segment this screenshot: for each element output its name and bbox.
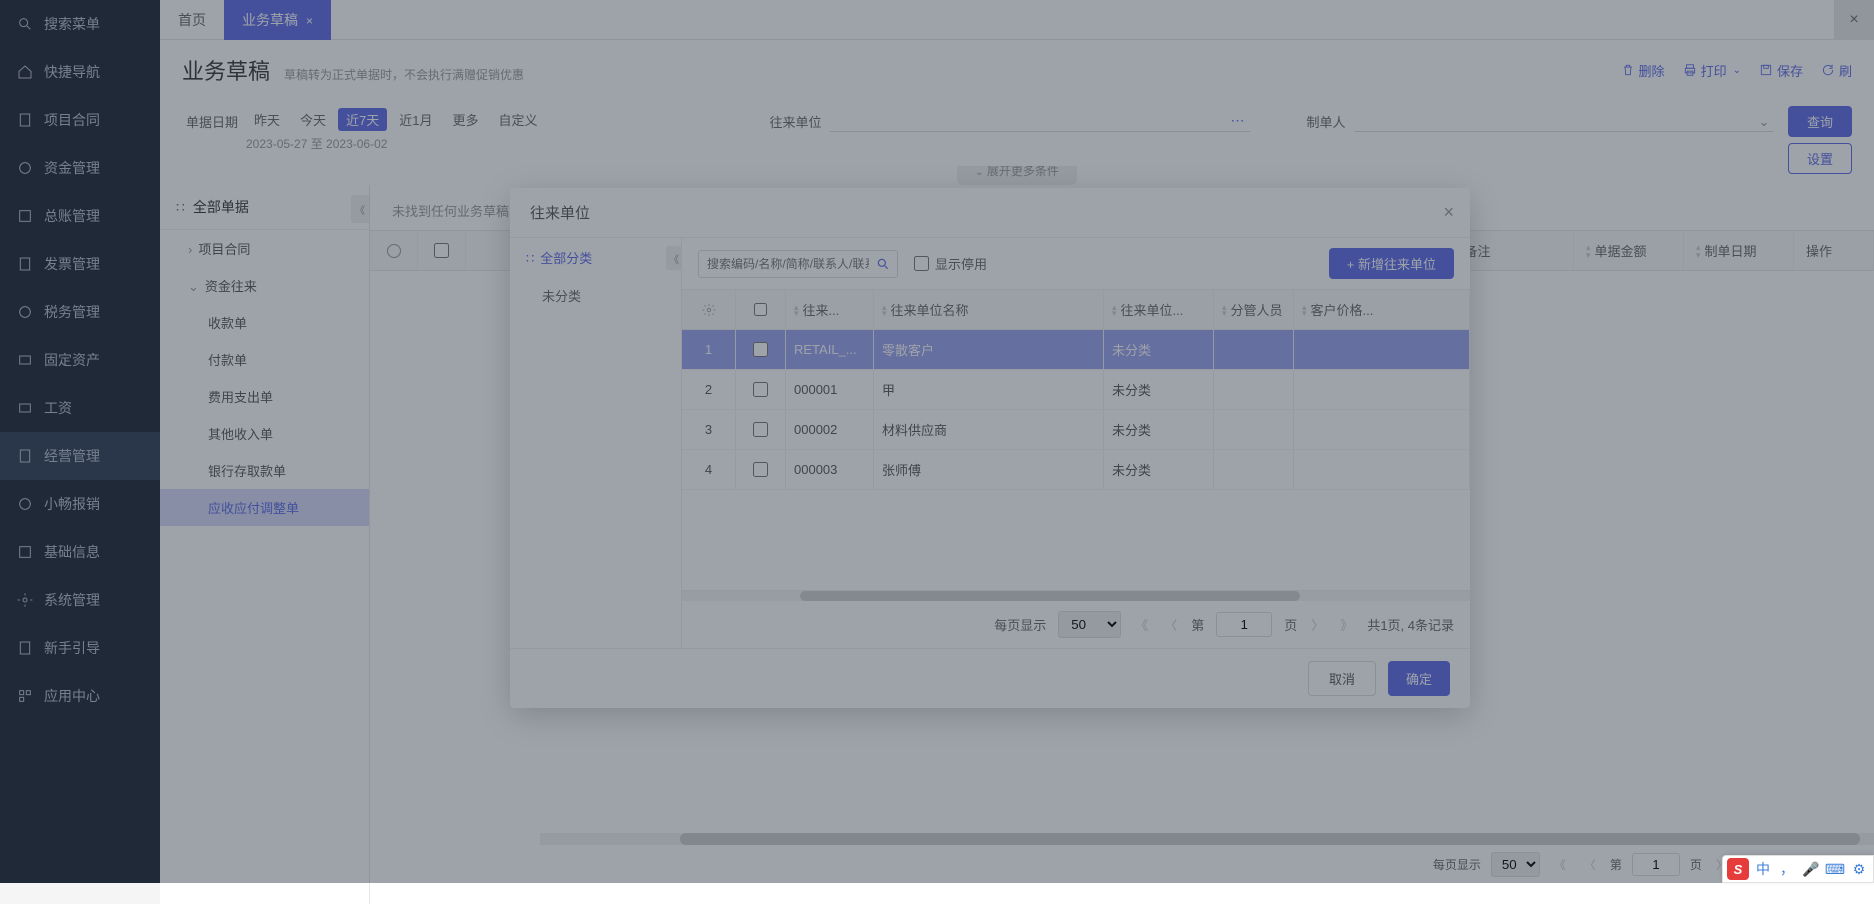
modal-overlay [0,0,1874,883]
ime-settings-icon[interactable]: ⚙ [1849,859,1869,879]
ime-voice-icon[interactable]: 🎤 [1801,859,1821,879]
ime-toolbar[interactable]: S 中 ， 🎤 ⌨ ⚙ [1722,855,1874,883]
ime-keyboard-icon[interactable]: ⌨ [1825,859,1845,879]
ime-punctuation-icon[interactable]: ， [1777,859,1797,879]
ime-lang-button[interactable]: 中 [1753,859,1773,879]
sogou-logo-icon[interactable]: S [1727,858,1749,880]
